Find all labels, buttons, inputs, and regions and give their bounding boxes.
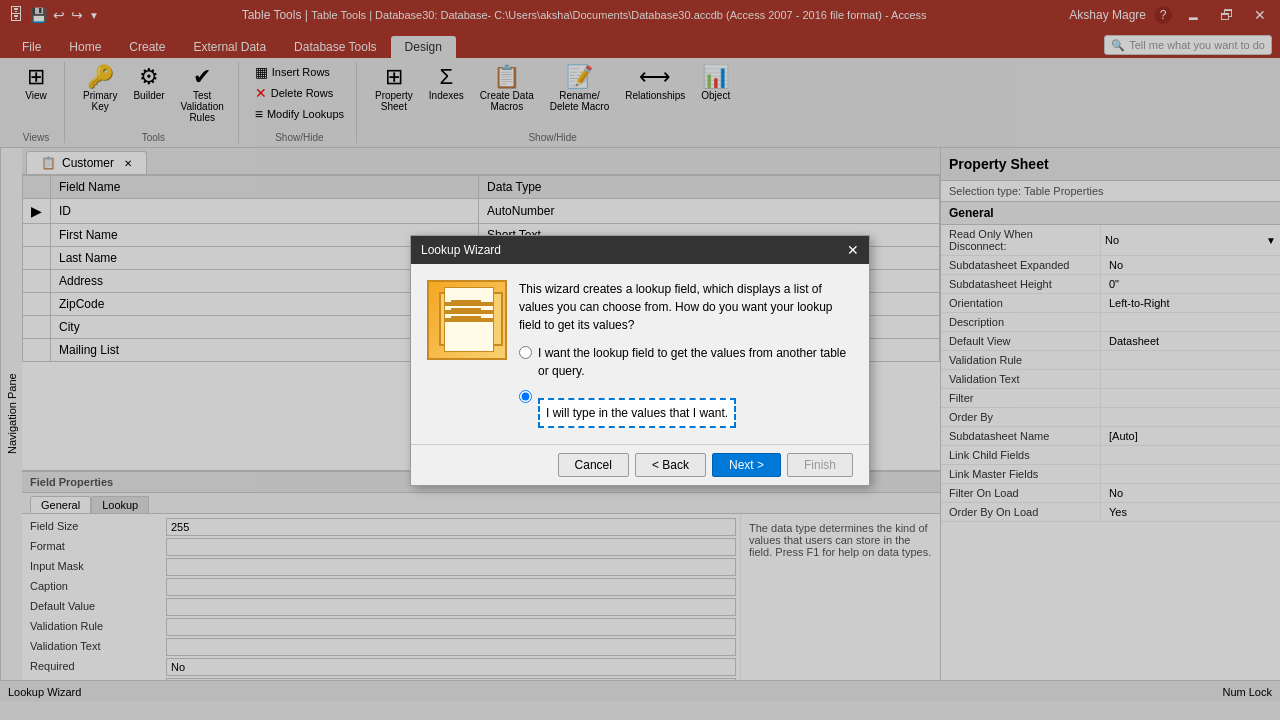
cancel-button[interactable]: Cancel	[558, 453, 629, 477]
option2-container: I will type in the values that I want.	[519, 388, 853, 428]
dialog-footer: Cancel < Back Next > Finish	[411, 444, 869, 485]
lookup-wizard-dialog: Lookup Wizard ✕ This wizard create	[410, 235, 870, 486]
next-button[interactable]: Next >	[712, 453, 781, 477]
back-button[interactable]: < Back	[635, 453, 706, 477]
option1-container: I want the lookup field to get the value…	[519, 344, 853, 380]
dialog-body: This wizard creates a lookup field, whic…	[411, 264, 869, 444]
wizard-paper	[444, 287, 494, 352]
dialog-close-btn[interactable]: ✕	[847, 242, 859, 258]
finish-button[interactable]: Finish	[787, 453, 853, 477]
option2-box: I will type in the values that I want.	[538, 398, 736, 428]
dialog-overlay: Lookup Wizard ✕ This wizard create	[0, 0, 1280, 720]
option1-radio[interactable]	[519, 346, 532, 359]
option1-label: I want the lookup field to get the value…	[538, 344, 853, 380]
option2-radio[interactable]	[519, 390, 532, 403]
dialog-title-bar: Lookup Wizard ✕	[411, 236, 869, 264]
dialog-title: Lookup Wizard	[421, 243, 501, 257]
dialog-text: This wizard creates a lookup field, whic…	[519, 280, 853, 428]
option2-label: I will type in the values that I want.	[546, 406, 728, 420]
dialog-content: This wizard creates a lookup field, whic…	[427, 280, 853, 428]
dialog-intro: This wizard creates a lookup field, whic…	[519, 280, 853, 334]
wizard-lines	[451, 300, 481, 319]
wizard-icon	[427, 280, 507, 360]
